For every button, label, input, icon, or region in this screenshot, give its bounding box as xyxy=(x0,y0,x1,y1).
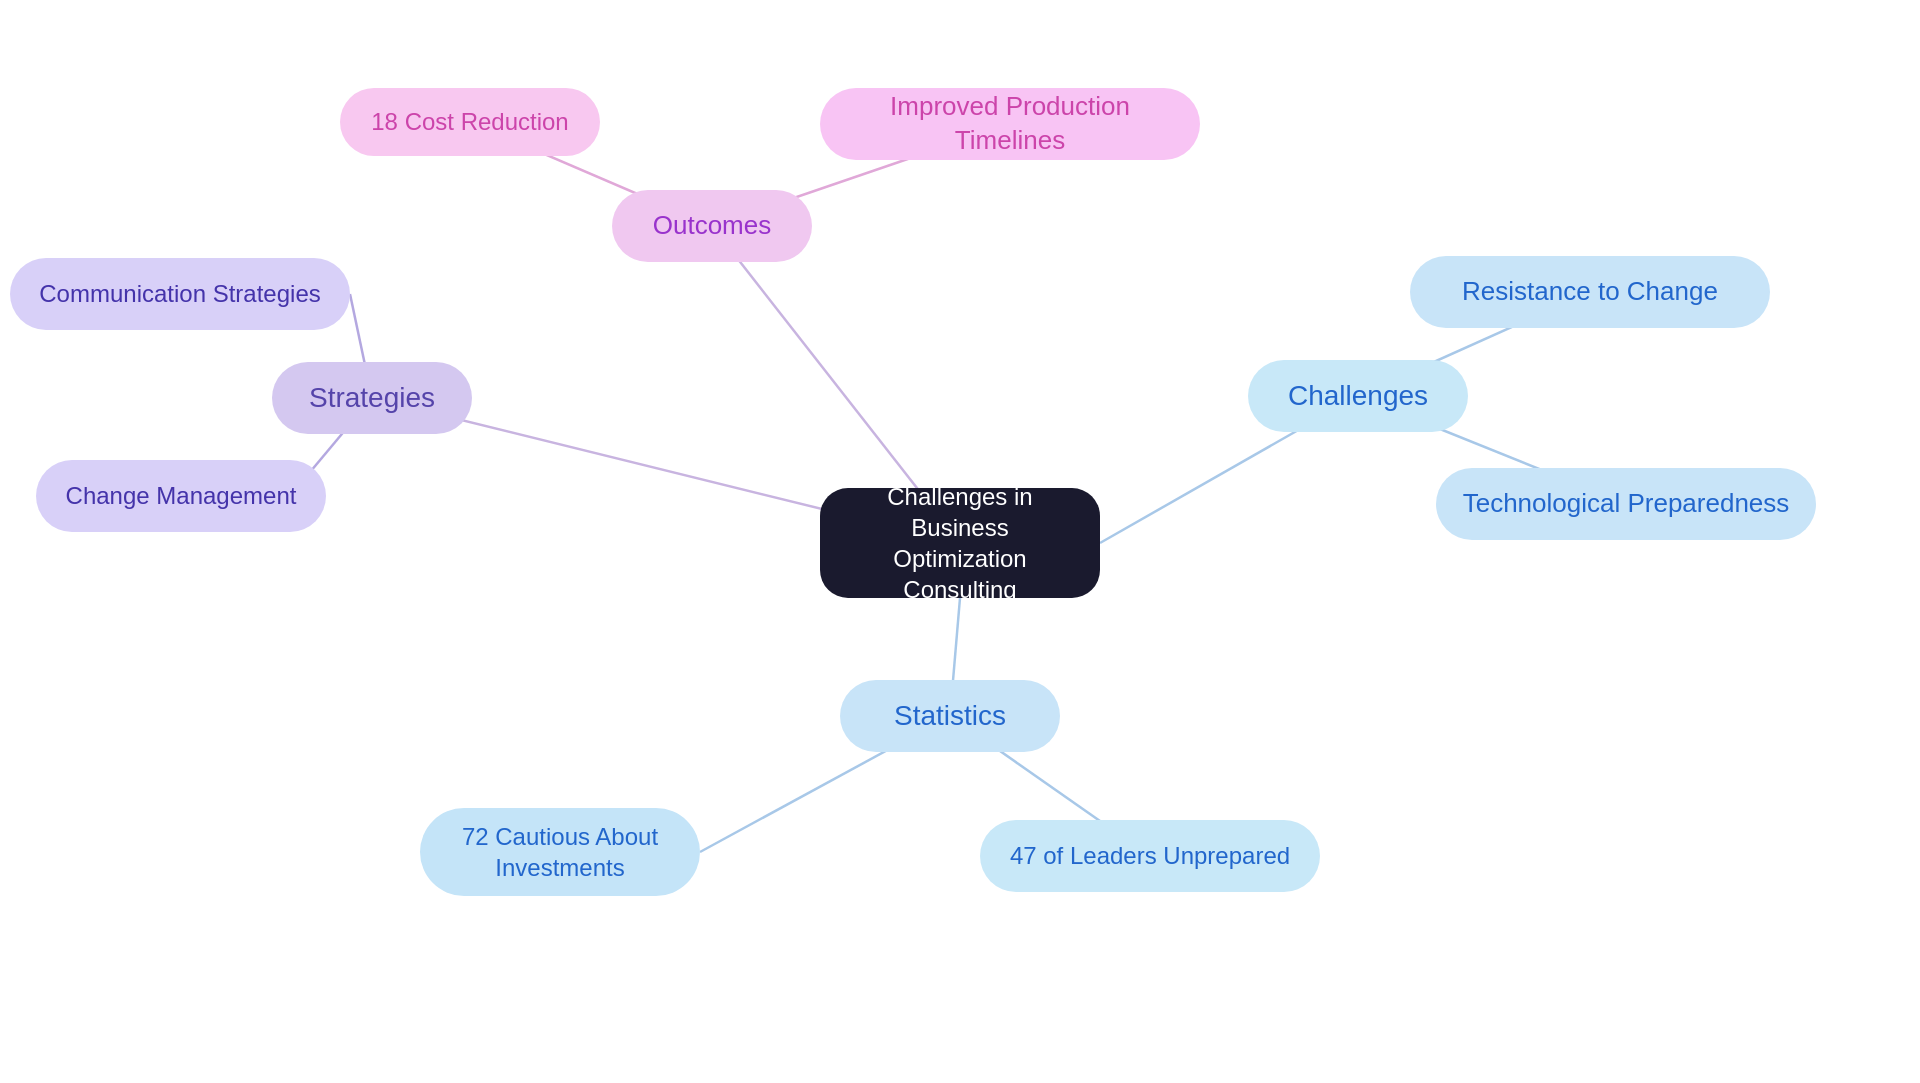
production-timelines-node: Improved Production Timelines xyxy=(820,88,1200,160)
change-management-node: Change Management xyxy=(36,460,326,532)
cost-reduction-node: 18 Cost Reduction xyxy=(340,88,600,156)
challenges-node: Challenges xyxy=(1248,360,1468,432)
center-node: Challenges in Business Optimization Cons… xyxy=(820,488,1100,598)
leaders-unprepared-node: 47 of Leaders Unprepared xyxy=(980,820,1320,892)
strategies-node: Strategies xyxy=(272,362,472,434)
mind-map: Challenges in Business Optimization Cons… xyxy=(0,0,1920,1083)
resistance-to-change-node: Resistance to Change xyxy=(1410,256,1770,328)
technological-preparedness-node: Technological Preparedness xyxy=(1436,468,1816,540)
cautious-investments-node: 72 Cautious About Investments xyxy=(420,808,700,896)
statistics-node: Statistics xyxy=(840,680,1060,752)
outcomes-node: Outcomes xyxy=(612,190,812,262)
communication-strategies-node: Communication Strategies xyxy=(10,258,350,330)
